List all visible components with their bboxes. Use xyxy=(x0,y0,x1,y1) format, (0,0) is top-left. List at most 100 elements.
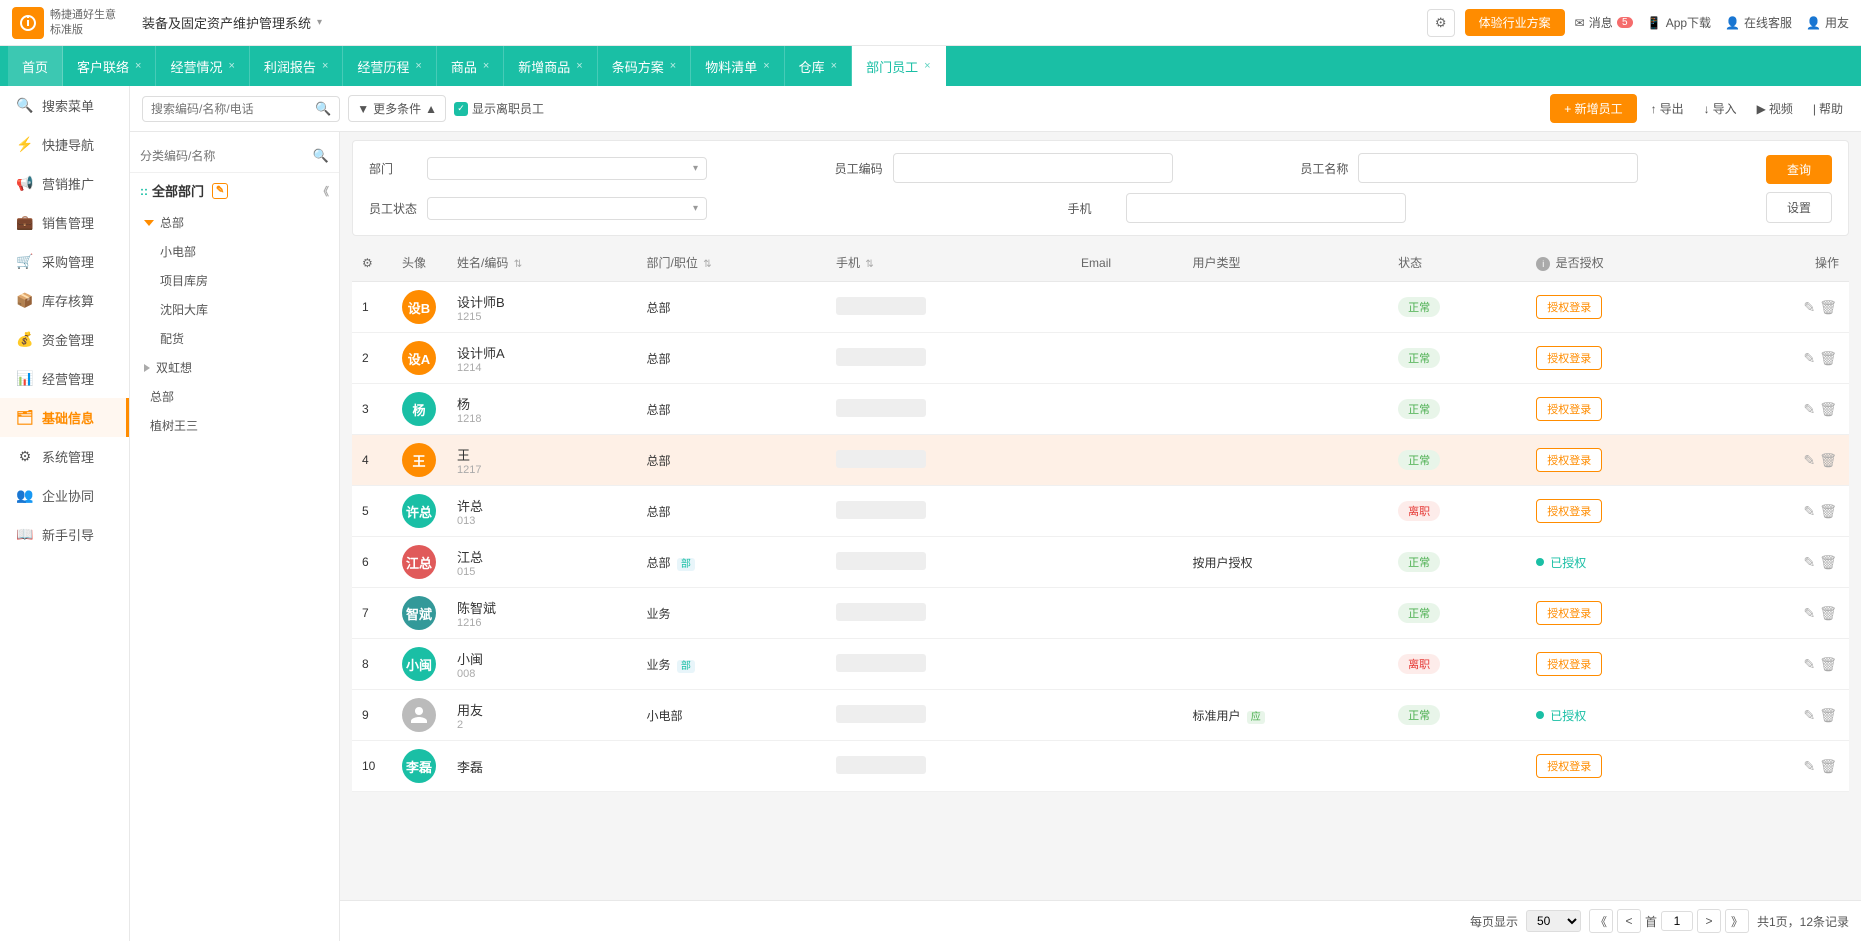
phone-input[interactable] xyxy=(1126,193,1406,223)
delete-button[interactable]: 🗑 xyxy=(1819,656,1837,672)
sidebar-item-purchase[interactable]: 🛒 采购管理 xyxy=(0,242,129,281)
edit-button[interactable]: ✎ xyxy=(1803,758,1815,774)
delete-button[interactable]: 🗑 xyxy=(1819,350,1837,366)
th-name[interactable]: 姓名/编码 ⇅ xyxy=(447,244,637,282)
import-button[interactable]: ↓ 导入 xyxy=(1698,96,1743,121)
sidebar-item-management[interactable]: 📊 经营管理 xyxy=(0,359,129,398)
dept-search-input[interactable] xyxy=(140,149,309,163)
tab-profit[interactable]: 利润报告 × xyxy=(250,46,343,86)
show-resigned-checkbox[interactable]: ✓ xyxy=(454,102,468,116)
row-user-type xyxy=(1182,486,1388,537)
sidebar-item-guide[interactable]: 📖 新手引导 xyxy=(0,515,129,554)
sidebar-item-sales[interactable]: 💼 销售管理 xyxy=(0,203,129,242)
total-pages-label: 共1页，12条记录 xyxy=(1757,913,1849,930)
edit-button[interactable]: ✎ xyxy=(1803,299,1815,315)
emp-status-select[interactable]: ▾ xyxy=(427,197,707,220)
dept-all-header[interactable]: :: 全部部门 ✎ 《 xyxy=(130,173,339,208)
query-button[interactable]: 查询 xyxy=(1766,155,1832,184)
export-button[interactable]: ↑ 导出 xyxy=(1645,96,1690,121)
dept-search[interactable]: 🔍 xyxy=(130,140,339,173)
tab-customer[interactable]: 客户联络 × xyxy=(63,46,156,86)
dept-node-zb[interactable]: 总部 xyxy=(130,382,339,411)
view-button[interactable]: ▶ 视频 xyxy=(1751,96,1799,121)
message-button[interactable]: ✉ 消息 5 xyxy=(1575,14,1633,31)
add-employee-button[interactable]: + 新增员工 xyxy=(1550,94,1636,123)
tab-home[interactable]: 首页 xyxy=(8,46,63,86)
dept-node-syd[interactable]: 沈阳大库 xyxy=(140,295,339,324)
dept-node-headquarters[interactable]: 总部 xyxy=(130,208,339,237)
edit-button[interactable]: ✎ xyxy=(1803,707,1815,723)
th-phone[interactable]: 手机 ⇅ xyxy=(826,244,1071,282)
sidebar-item-quicknav[interactable]: ⚡ 快捷导航 xyxy=(0,125,129,164)
dept-node-ph[interactable]: 配货 xyxy=(140,324,339,353)
delete-button[interactable]: 🗑 xyxy=(1819,554,1837,570)
show-resigned-checkbox-label[interactable]: ✓ 显示离职员工 xyxy=(454,100,544,117)
more-filters-button[interactable]: ▼ 更多条件 ▲ xyxy=(348,95,446,122)
page-input[interactable] xyxy=(1661,911,1693,931)
auth-login-button[interactable]: 授权登录 xyxy=(1536,448,1602,472)
set-button[interactable]: 设置 xyxy=(1766,192,1832,223)
trial-button[interactable]: 体验行业方案 xyxy=(1465,9,1565,36)
sidebar-item-marketing[interactable]: 📢 营销推广 xyxy=(0,164,129,203)
delete-button[interactable]: 🗑 xyxy=(1819,503,1837,519)
delete-button[interactable]: 🗑 xyxy=(1819,401,1837,417)
edit-button[interactable]: ✎ xyxy=(1803,452,1815,468)
emp-code-input[interactable] xyxy=(893,153,1173,183)
sidebar-item-search[interactable]: 🔍 搜索菜单 xyxy=(0,86,129,125)
system-title: 装备及固定资产维护管理系统 ▾ xyxy=(142,13,1417,32)
sidebar-item-system[interactable]: ⚙ 系统管理 xyxy=(0,437,129,476)
edit-button[interactable]: ✎ xyxy=(1803,350,1815,366)
auth-login-button[interactable]: 授权登录 xyxy=(1536,652,1602,676)
tab-operation[interactable]: 经营情况 × xyxy=(156,46,249,86)
user-area[interactable]: 👤 用友 xyxy=(1806,14,1849,31)
phone-value xyxy=(836,450,926,468)
dept-node-xdb[interactable]: 小电部 xyxy=(140,237,339,266)
tab-bom[interactable]: 物料清单 × xyxy=(691,46,784,86)
auth-login-button[interactable]: 授权登录 xyxy=(1536,601,1602,625)
auth-login-button[interactable]: 授权登录 xyxy=(1536,499,1602,523)
delete-button[interactable]: 🗑 xyxy=(1819,707,1837,723)
edit-button[interactable]: ✎ xyxy=(1803,401,1815,417)
dept-node-zsw[interactable]: 植树王三 xyxy=(130,411,339,440)
emp-name-input[interactable] xyxy=(1358,153,1638,183)
auth-login-button[interactable]: 授权登录 xyxy=(1536,754,1602,778)
dept-node-shx[interactable]: 双虹想 xyxy=(130,353,339,382)
sidebar-item-basic-info[interactable]: 🗂 基础信息 xyxy=(0,398,129,437)
dept-collapse-icon[interactable]: 《 xyxy=(318,183,329,199)
app-download-button[interactable]: 📱 App下载 xyxy=(1647,14,1711,31)
prev-page-button[interactable]: < xyxy=(1617,909,1641,933)
auth-login-button[interactable]: 授权登录 xyxy=(1536,346,1602,370)
th-dept[interactable]: 部门/职位 ⇅ xyxy=(637,244,827,282)
per-page-select[interactable]: 50 100 xyxy=(1526,910,1581,932)
dept-filter-select[interactable]: ▾ xyxy=(427,157,707,180)
delete-button[interactable]: 🗑 xyxy=(1819,758,1837,774)
next-page-button[interactable]: > xyxy=(1697,909,1721,933)
dept-node-xmk[interactable]: 项目库房 xyxy=(140,266,339,295)
online-service-button[interactable]: 👤 在线客服 xyxy=(1725,14,1792,31)
dept-edit-icon[interactable]: ✎ xyxy=(212,183,228,199)
settings-gear-button[interactable]: ⚙ xyxy=(1427,9,1455,37)
delete-button[interactable]: 🗑 xyxy=(1819,299,1837,315)
sidebar-item-inventory[interactable]: 📦 库存核算 xyxy=(0,281,129,320)
first-page-button[interactable]: 《 xyxy=(1589,909,1613,933)
tab-goods[interactable]: 商品 × xyxy=(437,46,504,86)
edit-button[interactable]: ✎ xyxy=(1803,503,1815,519)
search-input[interactable] xyxy=(151,102,311,116)
search-box[interactable]: 🔍 xyxy=(142,96,340,122)
delete-button[interactable]: 🗑 xyxy=(1819,452,1837,468)
tab-history[interactable]: 经营历程 × xyxy=(343,46,436,86)
auth-login-button[interactable]: 授权登录 xyxy=(1536,295,1602,319)
tab-add-goods[interactable]: 新增商品 × xyxy=(504,46,597,86)
sidebar-item-finance[interactable]: 💰 资金管理 xyxy=(0,320,129,359)
delete-button[interactable]: 🗑 xyxy=(1819,605,1837,621)
edit-button[interactable]: ✎ xyxy=(1803,656,1815,672)
help-button[interactable]: | 帮助 xyxy=(1807,96,1849,121)
tab-barcode[interactable]: 条码方案 × xyxy=(598,46,691,86)
tab-warehouse[interactable]: 仓库 × xyxy=(785,46,852,86)
edit-button[interactable]: ✎ xyxy=(1803,554,1815,570)
sidebar-item-enterprise[interactable]: 👥 企业协同 xyxy=(0,476,129,515)
edit-button[interactable]: ✎ xyxy=(1803,605,1815,621)
auth-login-button[interactable]: 授权登录 xyxy=(1536,397,1602,421)
tab-department[interactable]: 部门员工 × xyxy=(852,46,945,86)
last-page-button[interactable]: 》 xyxy=(1725,909,1749,933)
